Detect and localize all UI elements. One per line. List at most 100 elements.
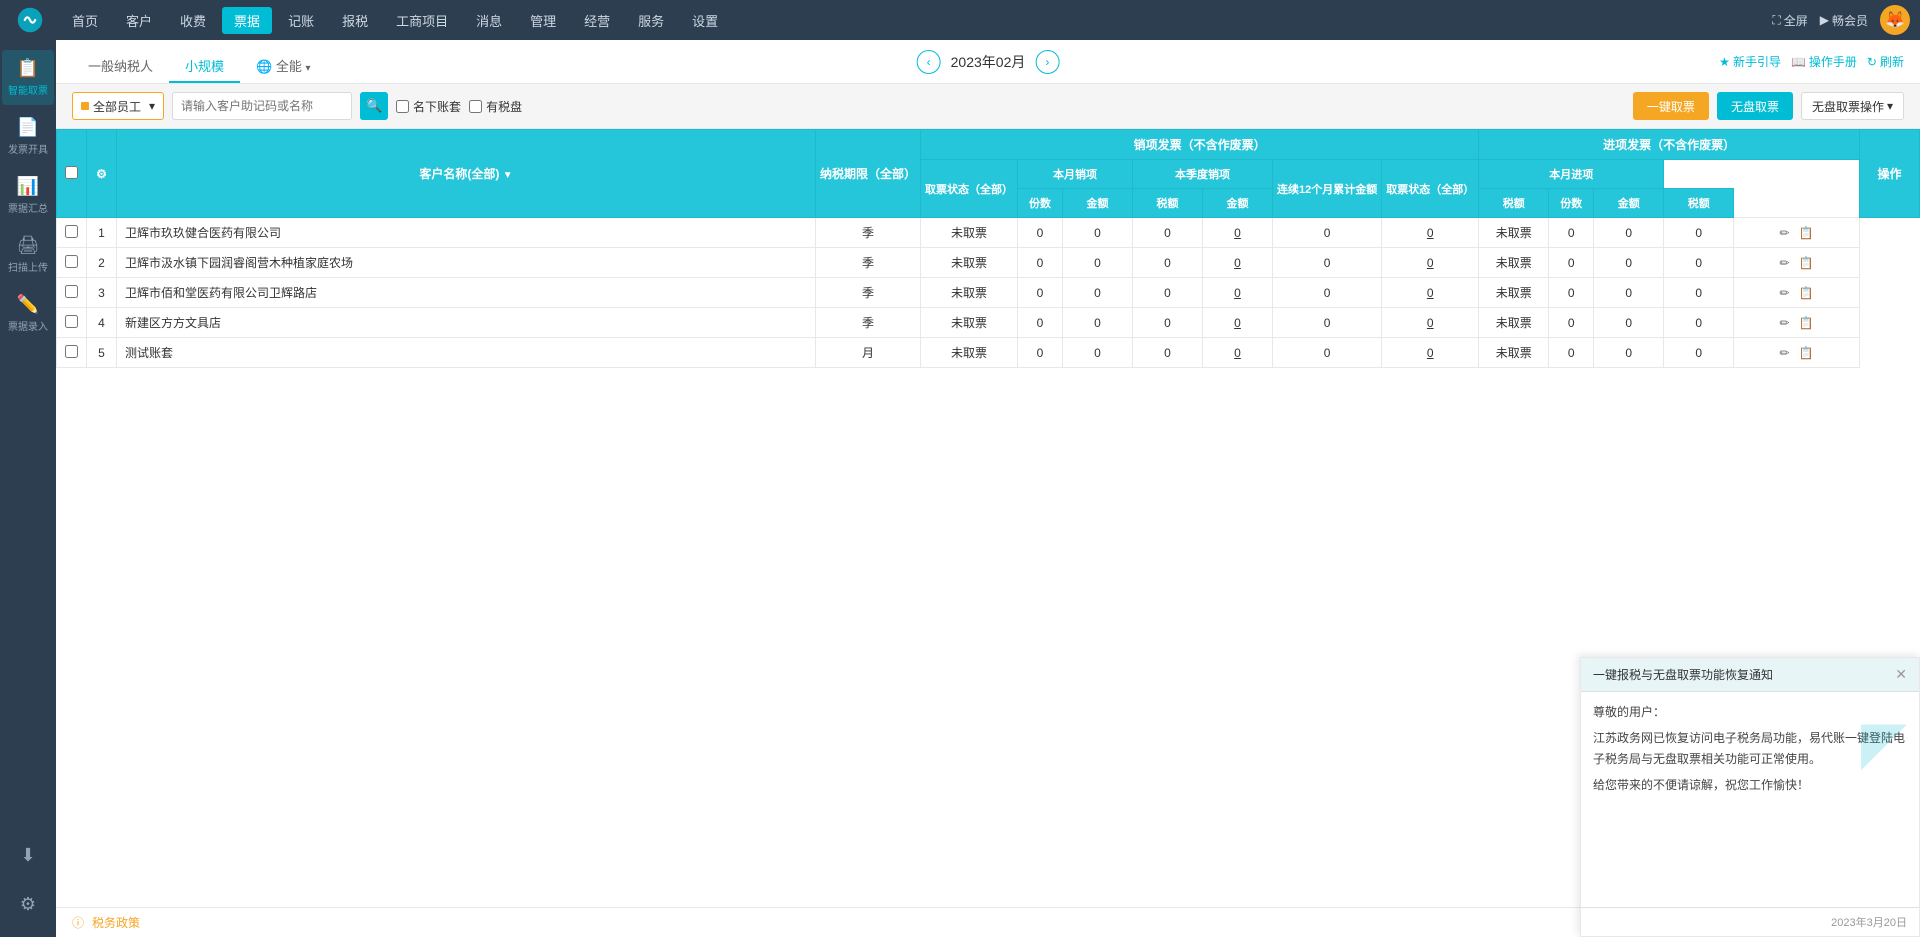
nav-item-设置[interactable]: 设置 — [680, 7, 730, 34]
nav-item-经营[interactable]: 经营 — [572, 7, 622, 34]
row-checkbox[interactable] — [65, 315, 78, 328]
notification-body: ◤ 尊敬的用户： 江苏政务网已恢复访问电子税务局功能，易代账一键登陆电子税务局与… — [1581, 692, 1919, 907]
th-checkbox — [57, 130, 87, 218]
row-purchase-status-cell: 未取票 — [1479, 338, 1549, 368]
detail-icon[interactable]: 📋 — [1799, 346, 1814, 360]
nav-item-服务[interactable]: 服务 — [626, 7, 676, 34]
th-purchase-fetch-status: 取票状态（全部） — [1382, 160, 1479, 218]
detail-icon[interactable]: 📋 — [1799, 316, 1814, 330]
row-sales-status-cell: 未取票 — [921, 308, 1018, 338]
fullscreen-btn[interactable]: ⛶ 全屏 — [1772, 12, 1807, 29]
select-all-checkbox[interactable] — [65, 166, 78, 179]
cum12-link[interactable]: 0 — [1427, 256, 1434, 270]
refresh-link[interactable]: ↻ 刷新 — [1867, 53, 1904, 70]
nav-item-收费[interactable]: 收费 — [168, 7, 218, 34]
row-sales-amount-cell: 0 — [1063, 308, 1133, 338]
tab-全能[interactable]: 🌐 全能 ▾ — [240, 48, 326, 83]
detail-icon[interactable]: 📋 — [1799, 286, 1814, 300]
th-this-month-sales: 本月销项 — [1018, 160, 1133, 189]
manual-icon: 📖 — [1791, 55, 1806, 69]
tax-policy-link[interactable]: 税务政策 — [92, 914, 140, 931]
row-checkbox[interactable] — [65, 345, 78, 358]
cum12-link[interactable]: 0 — [1427, 286, 1434, 300]
settings-icon: ⚙ — [20, 894, 36, 915]
new-guide-link[interactable]: ★ 新手引导 — [1719, 53, 1781, 70]
sidebar-item-票据录入[interactable]: ✏️票据录入 — [2, 286, 54, 341]
cum12-link[interactable]: 0 — [1427, 226, 1434, 240]
table-row: 3 卫辉市佰和堂医药有限公司卫辉路店 季 未取票 0 0 0 0 0 0 未取票… — [57, 278, 1920, 308]
th-purchase-month-amount: 金额 — [1594, 189, 1664, 218]
search-button[interactable]: 🔍 — [360, 92, 388, 120]
quarter-amount-link[interactable]: 0 — [1234, 316, 1241, 330]
no-disk-ops-button[interactable]: 无盘取票操作 ▾ — [1801, 92, 1904, 120]
manual-link[interactable]: 📖 操作手册 — [1791, 53, 1857, 70]
quarter-amount-link[interactable]: 0 — [1234, 286, 1241, 300]
sidebar-item-智能取票[interactable]: 📋智能取票 — [2, 50, 54, 105]
row-checkbox-cell — [57, 278, 87, 308]
prev-period-button[interactable]: ‹ — [917, 50, 941, 74]
edit-icon[interactable]: ✏ — [1779, 346, 1789, 360]
row-sales-count-cell: 0 — [1018, 248, 1063, 278]
notification-close-button[interactable]: ✕ — [1895, 666, 1907, 683]
row-sales-amount-cell: 0 — [1063, 248, 1133, 278]
no-disk-fetch-button[interactable]: 无盘取票 — [1717, 92, 1793, 120]
tab-小规模[interactable]: 小规模 — [169, 48, 240, 83]
nav-item-管理[interactable]: 管理 — [518, 7, 568, 34]
edit-icon[interactable]: ✏ — [1779, 286, 1789, 300]
next-period-button[interactable]: › — [1035, 50, 1059, 74]
edit-icon[interactable]: ✏ — [1779, 316, 1789, 330]
row-num-cell: 1 — [87, 218, 117, 248]
row-name-cell: 卫辉市汲水镇下园润睿阁营木种植家庭农场 — [117, 248, 816, 278]
th-this-month-purchase: 本月进项 — [1479, 160, 1664, 189]
nav-item-报税[interactable]: 报税 — [330, 7, 380, 34]
cum12-link[interactable]: 0 — [1427, 346, 1434, 360]
sidebar-item-票据汇总[interactable]: 📊票据汇总 — [2, 168, 54, 223]
filter-icon[interactable]: ▼ — [503, 170, 513, 181]
nav-item-消息[interactable]: 消息 — [464, 7, 514, 34]
top-navigation: 首页客户收费票据记账报税工商项目消息管理经营服务设置 ⛶ 全屏 ▶ 畅会员 🦊 — [0, 0, 1920, 40]
tab-一般纳税人[interactable]: 一般纳税人 — [72, 48, 169, 83]
row-purchase-status-cell: 未取票 — [1479, 308, 1549, 338]
user-avatar[interactable]: 🦊 — [1880, 5, 1910, 35]
sidebar-item-download[interactable]: ⬇ — [2, 837, 54, 874]
quarter-amount-link[interactable]: 0 — [1234, 226, 1241, 240]
detail-icon[interactable]: 📋 — [1799, 226, 1814, 240]
quarter-amount-link[interactable]: 0 — [1234, 346, 1241, 360]
edit-icon[interactable]: ✏ — [1779, 226, 1789, 240]
sidebar-item-发票开具[interactable]: 📄发票开具 — [2, 109, 54, 164]
row-sales-tax-cell: 0 — [1133, 248, 1203, 278]
nav-item-首页[interactable]: 首页 — [60, 7, 110, 34]
row-checkbox[interactable] — [65, 255, 78, 268]
cum12-link[interactable]: 0 — [1427, 316, 1434, 330]
notification-header: 一键报税与无盘取票功能恢复通知 ✕ — [1581, 658, 1919, 692]
nav-item-记账[interactable]: 记账 — [276, 7, 326, 34]
sidebar-item-settings[interactable]: ⚙ — [2, 886, 54, 923]
th-sales-month-count: 份数 — [1018, 189, 1063, 218]
filter-has-disk[interactable]: 有税盘 — [469, 98, 522, 115]
nav-item-客户[interactable]: 客户 — [114, 7, 164, 34]
quarter-amount-link[interactable]: 0 — [1234, 256, 1241, 270]
sidebar-item-扫描上传[interactable]: 🖨扫描上传 — [2, 227, 54, 282]
nav-item-票据[interactable]: 票据 — [222, 7, 272, 34]
nav-item-工商项目[interactable]: 工商项目 — [384, 7, 460, 34]
app-logo[interactable] — [10, 6, 50, 34]
has-disk-checkbox[interactable] — [469, 100, 482, 113]
edit-icon[interactable]: ✏ — [1779, 256, 1789, 270]
row-checkbox[interactable] — [65, 225, 78, 238]
row-sales-tax-cell: 0 — [1133, 308, 1203, 338]
row-checkbox[interactable] — [65, 285, 78, 298]
client-search-input[interactable] — [172, 92, 352, 120]
vip-btn[interactable]: ▶ 畅会员 — [1820, 12, 1868, 29]
table-row: 4 新建区方方文具店 季 未取票 0 0 0 0 0 0 未取票 0 0 0 ✏… — [57, 308, 1920, 338]
toolbar-right: 一键取票 无盘取票 无盘取票操作 ▾ — [1633, 92, 1904, 120]
row-num-cell: 2 — [87, 248, 117, 278]
th-sales-month-amount: 金额 — [1063, 189, 1133, 218]
my-accounts-checkbox[interactable] — [396, 100, 409, 113]
employee-select[interactable]: 全部员工 ▾ — [72, 92, 164, 120]
row-checkbox-cell — [57, 248, 87, 278]
row-num-cell: 4 — [87, 308, 117, 338]
detail-icon[interactable]: 📋 — [1799, 256, 1814, 270]
employee-dropdown-icon: ▾ — [149, 99, 155, 113]
filter-my-accounts[interactable]: 名下账套 — [396, 98, 461, 115]
one-key-fetch-button[interactable]: 一键取票 — [1633, 92, 1709, 120]
